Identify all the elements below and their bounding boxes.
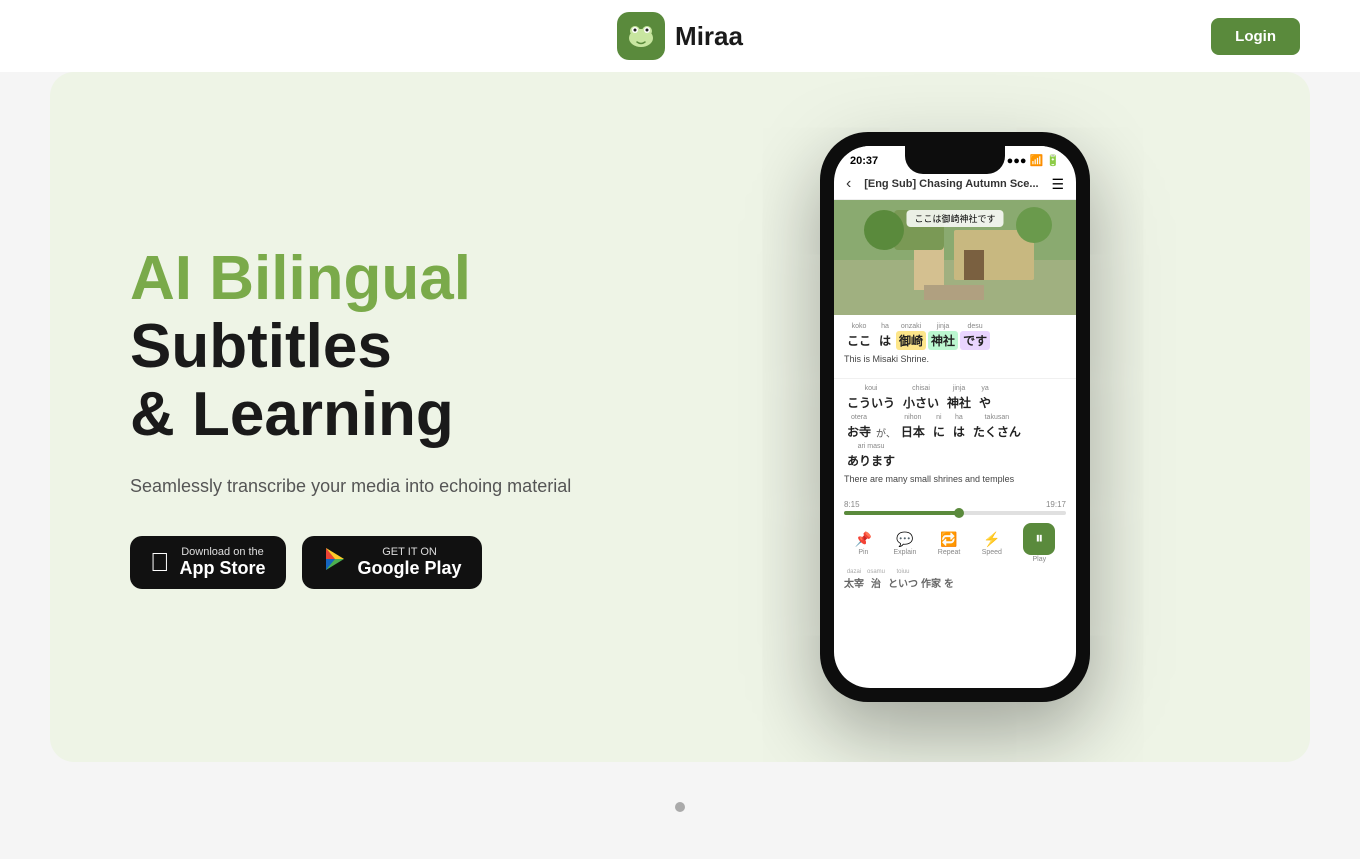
jp-word-ha: ha は xyxy=(876,323,894,350)
play-button[interactable]: ⏸ xyxy=(1023,523,1055,555)
progress-bar[interactable]: 8:15 19:17 xyxy=(834,496,1076,519)
appstore-sub: Download on the xyxy=(180,546,266,558)
jp-word-jinja: jinja 神社 xyxy=(928,323,958,350)
time-end: 19:17 xyxy=(1046,500,1066,509)
explain-label: Explain xyxy=(893,549,916,556)
apple-icon:  xyxy=(150,547,170,578)
googleplay-button[interactable]: GET IT ON Google Play xyxy=(302,536,482,589)
explain-control[interactable]: 💬 Explain xyxy=(893,531,916,556)
b-word-wo: を xyxy=(944,569,954,590)
hero-left: AI Bilingual Subtitles & Learning Seamle… xyxy=(130,245,680,590)
playback-controls: 📌 Pin 💬 Explain 🔁 Repeat ⚡ Speed xyxy=(834,519,1076,567)
googleplay-sub: GET IT ON xyxy=(358,546,462,558)
speed-control[interactable]: ⚡ Speed xyxy=(982,531,1002,556)
progress-track[interactable] xyxy=(844,511,1066,515)
jp-word-desu: desu です xyxy=(960,323,990,350)
jp-word-jinja2: jinja 神社 xyxy=(944,385,974,412)
title-ai-bilingual: AI Bilingual xyxy=(130,244,471,313)
progress-thumb xyxy=(954,508,964,518)
repeat-label: Repeat xyxy=(938,549,961,556)
googleplay-text: GET IT ON Google Play xyxy=(358,546,462,579)
bottom-words: dazai 太宰 osamu 治 toiuu といつ 作家 xyxy=(834,567,1076,592)
jp-line-1: koko ここ ha は onzaki 御崎 jinja xyxy=(844,323,1066,350)
title-learning: & Learning xyxy=(130,380,454,449)
logo-icon xyxy=(617,12,665,60)
hero-title: AI Bilingual Subtitles & Learning xyxy=(130,245,680,450)
googleplay-icon xyxy=(322,546,348,579)
explain-icon: 💬 xyxy=(896,531,913,548)
title-subtitles: Subtitles xyxy=(130,312,392,381)
speed-icon: ⚡ xyxy=(983,531,1000,548)
jp-line-3: otera お寺 が、 nihon 日本 ni に xyxy=(844,414,1066,441)
video-overlay-text: ここは御崎神社です xyxy=(906,210,1003,227)
appstore-button[interactable]:  Download on the App Store xyxy=(130,536,286,589)
phone-time: 20:37 xyxy=(850,155,878,167)
phone-notch xyxy=(905,146,1005,174)
appstore-main: App Store xyxy=(180,558,266,579)
b-word-osamu: osamu 治 xyxy=(867,569,885,590)
jp-word-chisai: chisai 小さい xyxy=(900,385,942,412)
eng-line-1: This is Misaki Shrine. xyxy=(844,354,1066,364)
googleplay-main: Google Play xyxy=(358,558,462,579)
menu-icon[interactable]: ☰ xyxy=(1051,176,1064,193)
play-icon: ⏸ xyxy=(1035,530,1043,548)
phone-screen: 20:37 ●●● 📶 🔋 ‹ [Eng Sub] Chasing Autumn… xyxy=(834,146,1076,688)
jp-word-kouiu: koui こういう xyxy=(844,385,898,412)
jp-line-4: ari masu あります xyxy=(844,443,1066,470)
jp-word-koko: koko ここ xyxy=(844,323,874,350)
hero-section: AI Bilingual Subtitles & Learning Seamle… xyxy=(50,72,1310,762)
phone-mockup: 20:37 ●●● 📶 🔋 ‹ [Eng Sub] Chasing Autumn… xyxy=(820,132,1090,702)
scroll-indicator xyxy=(675,802,685,812)
pin-label: Pin xyxy=(858,549,868,556)
jp-word-onzaki: onzaki 御崎 xyxy=(896,323,926,350)
logo-text: Miraa xyxy=(675,21,743,52)
store-buttons:  Download on the App Store xyxy=(130,536,680,589)
progress-time: 8:15 19:17 xyxy=(844,500,1066,509)
eng-line-2: There are many small shrines and temples xyxy=(844,474,1066,484)
repeat-control[interactable]: 🔁 Repeat xyxy=(938,531,961,556)
b-word-dazai: dazai 太宰 xyxy=(844,569,864,590)
b-word-sakka: 作家 xyxy=(921,569,941,590)
time-start: 8:15 xyxy=(844,500,860,509)
phone-video: ここは御崎神社です xyxy=(834,200,1076,315)
phone-nav: ‹ [Eng Sub] Chasing Autumn Sce... ☰ xyxy=(834,171,1076,200)
pin-control[interactable]: 📌 Pin xyxy=(855,531,872,556)
phone-icons: ●●● 📶 🔋 xyxy=(1007,154,1060,167)
appstore-text: Download on the App Store xyxy=(180,546,266,579)
logo-area: Miraa xyxy=(617,12,743,60)
pin-icon: 📌 xyxy=(855,531,872,548)
progress-fill xyxy=(844,511,959,515)
speed-label: Speed xyxy=(982,549,1002,556)
subtitle-section-1: koko ここ ha は onzaki 御崎 jinja xyxy=(834,315,1076,378)
jp-line-2: koui こういう chisai 小さい jinja 神社 ya xyxy=(844,385,1066,412)
hero-subtitle: Seamlessly transcribe your media into ec… xyxy=(130,473,680,500)
b-word-toiuu: toiuu といつ xyxy=(888,569,918,590)
subtitle-section-2: koui こういう chisai 小さい jinja 神社 ya xyxy=(834,378,1076,496)
header: Miraa Login xyxy=(0,0,1360,72)
below-hero xyxy=(0,762,1360,852)
play-control[interactable]: ⏸ Play xyxy=(1023,523,1055,563)
login-button[interactable]: Login xyxy=(1211,18,1300,55)
play-label: Play xyxy=(1032,556,1046,563)
jp-word-ya: ya や xyxy=(976,385,994,412)
repeat-icon: 🔁 xyxy=(940,531,957,548)
hero-right: 20:37 ●●● 📶 🔋 ‹ [Eng Sub] Chasing Autumn… xyxy=(680,132,1230,702)
phone-nav-title: [Eng Sub] Chasing Autumn Sce... xyxy=(851,178,1051,190)
